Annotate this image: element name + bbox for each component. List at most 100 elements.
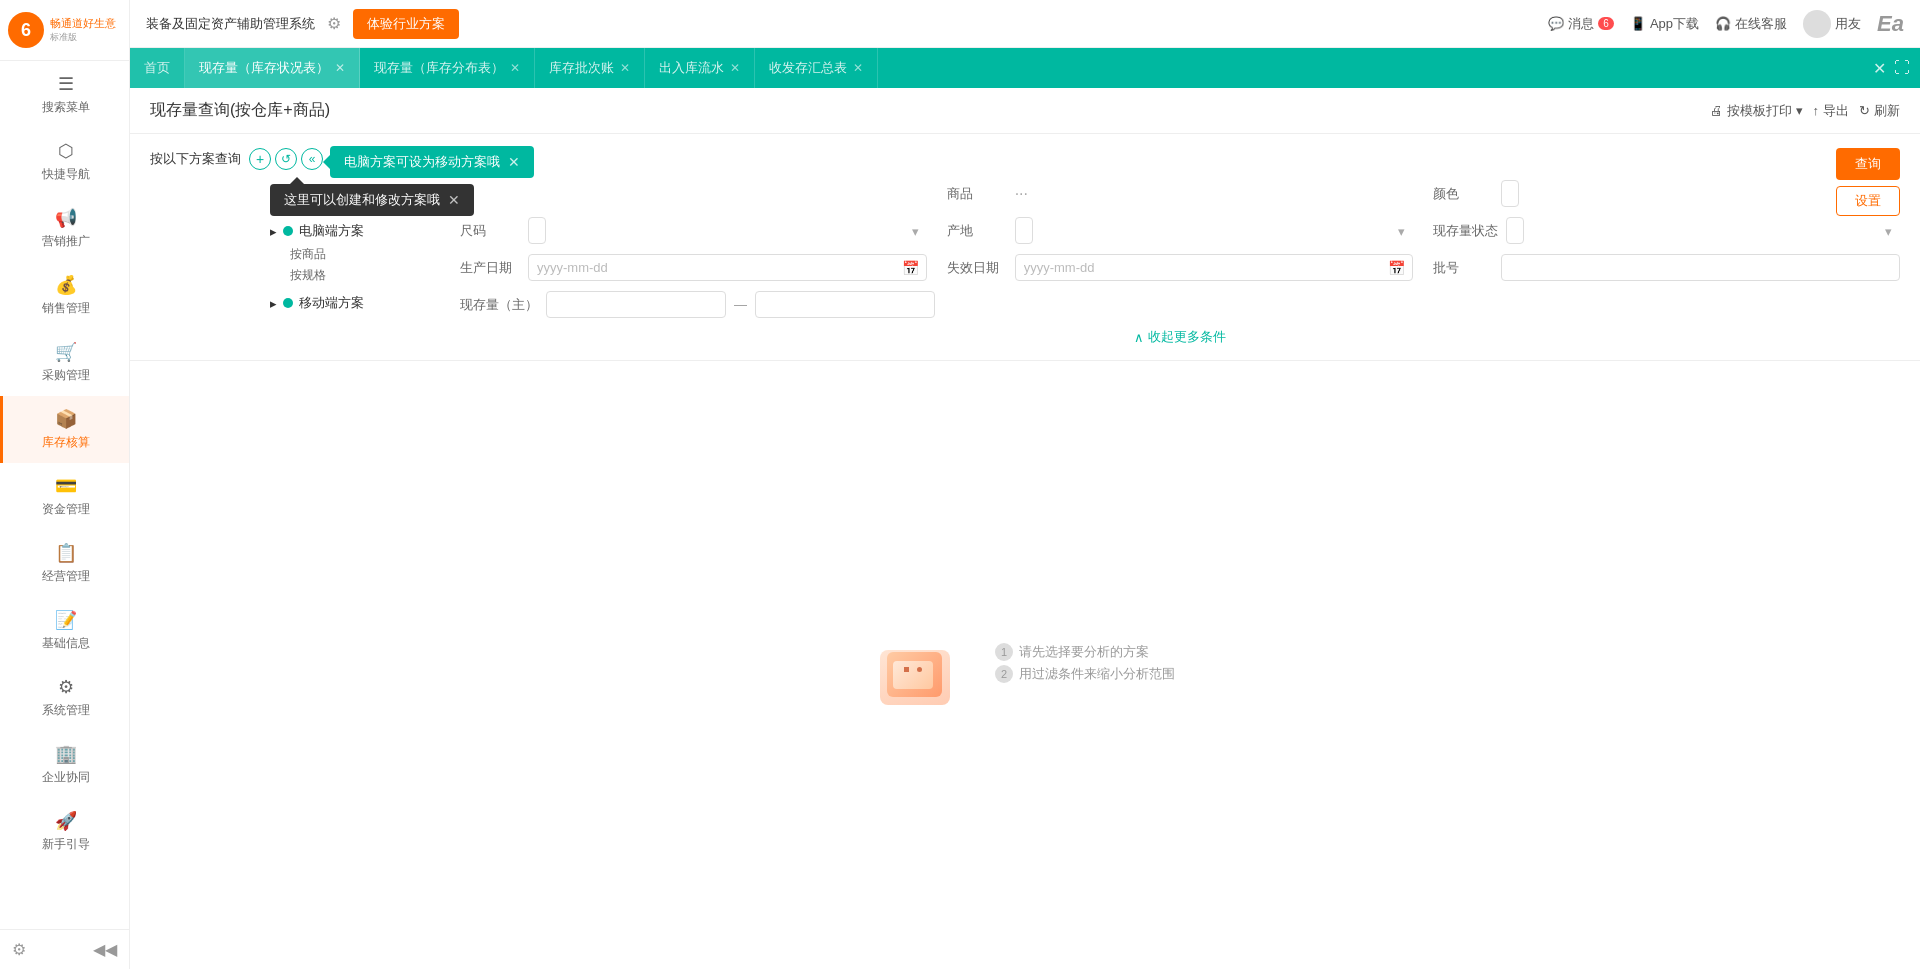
stock-qty-to[interactable] (755, 291, 935, 318)
online-support-action[interactable]: 🎧 在线客服 (1715, 15, 1787, 33)
export-label: 导出 (1823, 102, 1849, 120)
search-button[interactable]: 查询 (1836, 148, 1900, 180)
support-icon: 🎧 (1715, 16, 1731, 31)
tab-inventory-dist-close[interactable]: ✕ (510, 61, 520, 75)
color-select[interactable] (1501, 180, 1519, 207)
page-title: 现存量查询(按仓库+商品) (150, 100, 330, 121)
print-icon: 🖨 (1710, 103, 1723, 118)
tab-home[interactable]: 首页 (130, 48, 185, 88)
app-label: App下载 (1650, 15, 1699, 33)
sidebar-footer: ⚙ ◀◀ (0, 929, 129, 969)
collapse-sidebar-icon[interactable]: ◀◀ (93, 940, 117, 959)
sidebar-item-sales[interactable]: 💰 销售管理 (0, 262, 129, 329)
empty-hint-1: 1 请先选择要分析的方案 (995, 643, 1175, 661)
mobile-scheme[interactable]: ▸ 移动端方案 (270, 294, 364, 312)
tab-recv-send-summary[interactable]: 收发存汇总表 ✕ (755, 48, 878, 88)
refresh-icon: ↻ (1859, 103, 1870, 118)
mobile-scheme-label: 移动端方案 (299, 294, 364, 312)
sidebar-item-inventory[interactable]: 📦 库存核算 (0, 396, 129, 463)
print-button[interactable]: 🖨 按模板打印 ▾ (1710, 102, 1803, 120)
sidebar-item-enterprise[interactable]: 🏢 企业协同 (0, 731, 129, 798)
tab-bar: 首页 现存量（库存状况表） ✕ 现存量（库存分布表） ✕ 库存批次账 ✕ 出入库… (130, 48, 1920, 88)
top-header: 装备及固定资产辅助管理系统 ⚙ 体验行业方案 💬 消息 6 📱 App下载 🎧 … (130, 0, 1920, 48)
filter-origin: 产地 (947, 217, 1414, 244)
batch-no-input[interactable] (1501, 254, 1900, 281)
expand-icon-mobile: ▸ (270, 296, 277, 311)
reset-button[interactable]: 设置 (1836, 186, 1900, 216)
sidebar-item-basic-info[interactable]: 📝 基础信息 (0, 597, 129, 664)
origin-select[interactable] (1015, 217, 1033, 244)
stock-status-select[interactable] (1506, 217, 1524, 244)
refresh-button[interactable]: ↻ 刷新 (1859, 102, 1900, 120)
message-label: 消息 (1568, 15, 1594, 33)
empty-content: 1 请先选择要分析的方案 2 用过滤条件来缩小分析范围 (875, 625, 1175, 705)
logo-text: 畅通道好生意 (50, 16, 116, 30)
support-label: 在线客服 (1735, 15, 1787, 33)
export-button[interactable]: ↑ 导出 (1813, 102, 1850, 120)
reset-scheme-button[interactable]: ↺ (275, 148, 297, 170)
message-action[interactable]: 💬 消息 6 (1548, 15, 1614, 33)
tab-batch-ledger[interactable]: 库存批次账 ✕ (535, 48, 645, 88)
tab-in-out-flow-close[interactable]: ✕ (730, 61, 740, 75)
edit-scheme-popup-close[interactable]: ✕ (448, 192, 460, 208)
filter-row-3: 生产日期 📅 失效日期 📅 (460, 254, 1900, 281)
sidebar-item-guide[interactable]: 🚀 新手引导 (0, 798, 129, 865)
add-scheme-button[interactable]: + (249, 148, 271, 170)
scheme-children: 按商品 按规格 (290, 244, 364, 286)
trial-button[interactable]: 体验行业方案 (353, 9, 459, 39)
collapse-button[interactable]: ∧ 收起更多条件 (460, 328, 1900, 346)
message-icon: 💬 (1548, 16, 1564, 31)
sidebar-item-purchase[interactable]: 🛒 采购管理 (0, 329, 129, 396)
expire-date-label: 失效日期 (947, 259, 1007, 277)
hint-text-1: 请先选择要分析的方案 (1019, 643, 1149, 661)
batch-no-label: 批号 (1433, 259, 1493, 277)
stock-qty-from[interactable] (546, 291, 726, 318)
user-profile[interactable]: 用友 (1803, 10, 1861, 38)
scheme-child-1: 按商品 (290, 244, 364, 265)
sidebar-item-quick-nav[interactable]: ⬡ 快捷导航 (0, 128, 129, 195)
app-download-action[interactable]: 📱 App下载 (1630, 15, 1699, 33)
sidebar-item-marketing[interactable]: 📢 营销推广 (0, 195, 129, 262)
top-right-text: Ea (1877, 11, 1904, 37)
expand-icon[interactable]: ⛶ (1894, 59, 1910, 77)
prod-date-label: 生产日期 (460, 259, 520, 277)
box-eyes (893, 667, 933, 672)
prod-date-wrapper: 📅 (528, 254, 927, 281)
settings-icon[interactable]: ⚙ (12, 940, 26, 959)
tab-in-out-flow-label: 出入库流水 (659, 59, 724, 77)
basic-info-icon: 📝 (55, 609, 77, 631)
export-icon: ↑ (1813, 103, 1820, 118)
user-avatar (1803, 10, 1831, 38)
filter-goods: 商品 ··· (947, 180, 1414, 207)
filter-batch-no: 批号 (1433, 254, 1900, 281)
prod-date-input[interactable] (528, 254, 927, 281)
sidebar-item-system[interactable]: ⚙ 系统管理 (0, 664, 129, 731)
scheme-popup-text: 电脑方案可设为移动方案哦 (344, 153, 500, 171)
tab-batch-ledger-label: 库存批次账 (549, 59, 614, 77)
header-gear-icon[interactable]: ⚙ (327, 14, 341, 33)
tab-recv-send-summary-close[interactable]: ✕ (853, 61, 863, 75)
guide-icon: 🚀 (55, 810, 77, 832)
sidebar-item-operation[interactable]: 📋 经营管理 (0, 530, 129, 597)
scheme-child-2: 按规格 (290, 265, 364, 286)
search-reset-buttons: 查询 设置 (1836, 148, 1900, 216)
back-button[interactable]: « (301, 148, 323, 170)
quick-nav-icon: ⬡ (58, 140, 74, 162)
sidebar-item-finance[interactable]: 💳 资金管理 (0, 463, 129, 530)
close-all-tabs-icon[interactable]: ✕ (1873, 59, 1886, 78)
tab-inventory-status[interactable]: 现存量（库存状况表） ✕ (185, 48, 360, 88)
sidebar-item-label: 新手引导 (42, 836, 90, 853)
size-select[interactable] (528, 217, 546, 244)
filter-prod-date: 生产日期 📅 (460, 254, 927, 281)
desktop-scheme[interactable]: ▸ 电脑端方案 (270, 222, 364, 240)
hint-num-1: 1 (995, 643, 1013, 661)
goods-dots[interactable]: ··· (1015, 185, 1028, 203)
tab-inventory-status-close[interactable]: ✕ (335, 61, 345, 75)
tab-in-out-flow[interactable]: 出入库流水 ✕ (645, 48, 755, 88)
sidebar-item-search-menu[interactable]: ☰ 搜索菜单 (0, 61, 129, 128)
scheme-popup-close[interactable]: ✕ (508, 154, 520, 170)
expire-date-input[interactable] (1015, 254, 1414, 281)
tab-batch-ledger-close[interactable]: ✕ (620, 61, 630, 75)
tab-inventory-dist[interactable]: 现存量（库存分布表） ✕ (360, 48, 535, 88)
refresh-label: 刷新 (1874, 102, 1900, 120)
